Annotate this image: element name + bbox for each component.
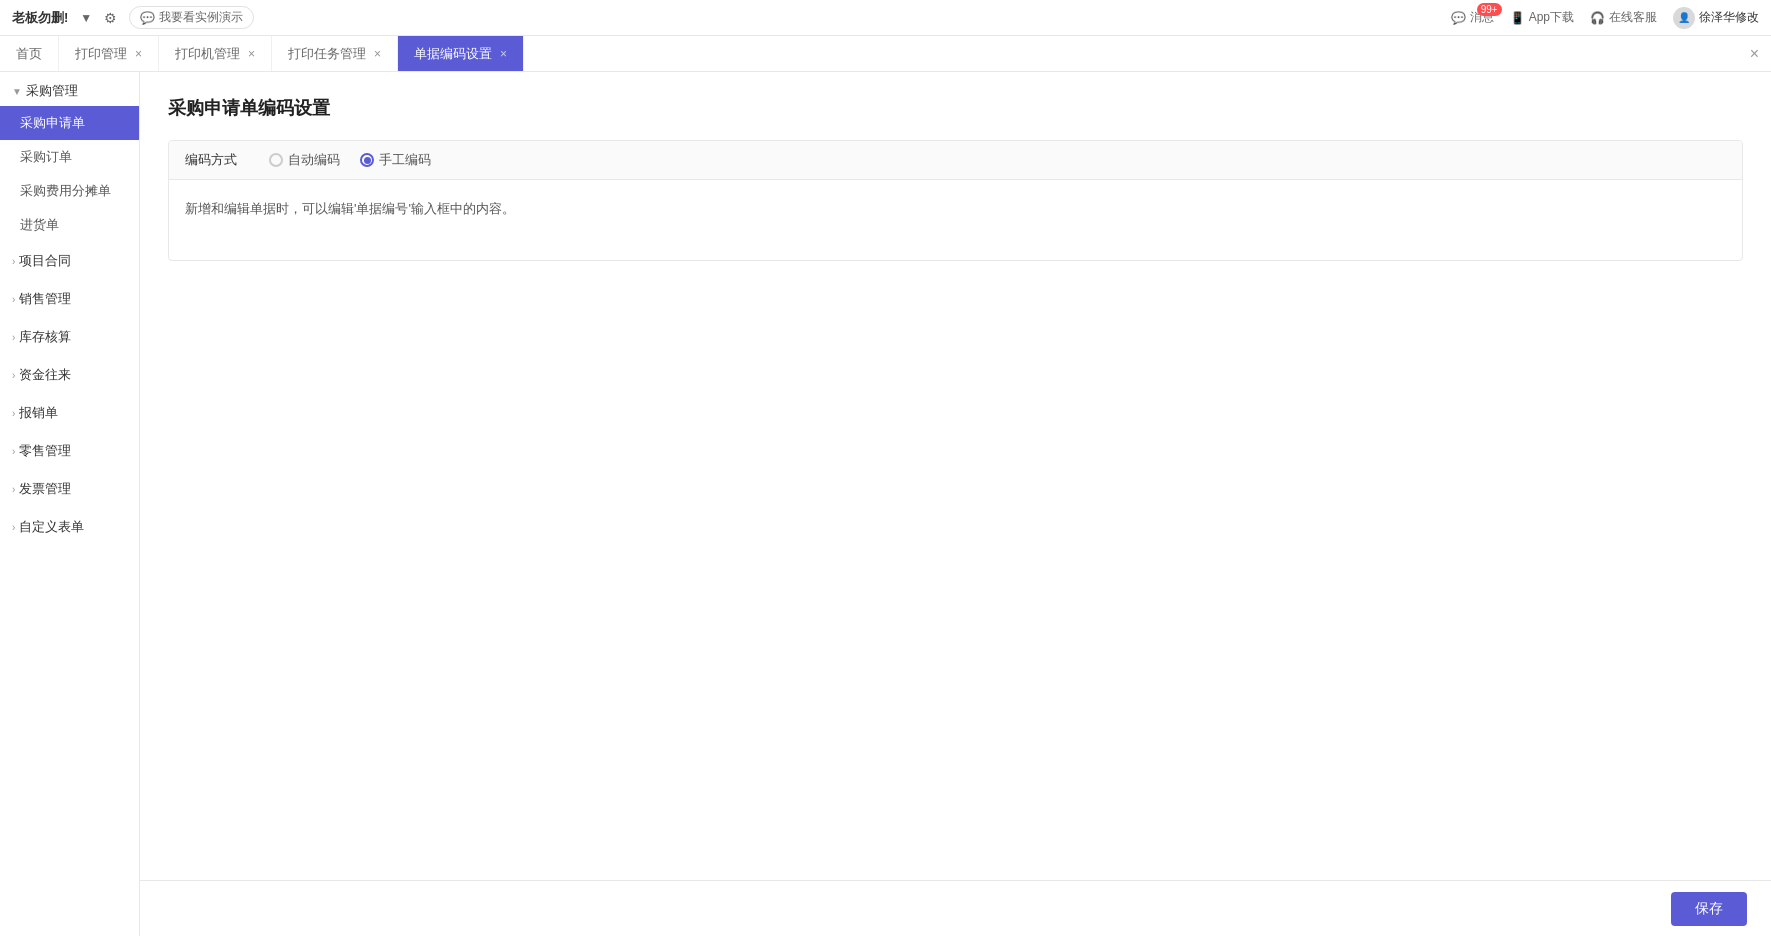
- auto-code-label: 自动编码: [288, 151, 340, 169]
- sidebar-item-purchase-request[interactable]: 采购申请单: [0, 106, 139, 140]
- chevron-right-icon-2: ›: [12, 294, 15, 305]
- sidebar-group-expense[interactable]: › 报销单: [0, 394, 139, 432]
- app-label: App下载: [1529, 9, 1574, 26]
- sidebar-item-purchase-expense[interactable]: 采购费用分摊单: [0, 174, 139, 208]
- encoding-description: 新增和编辑单据时，可以编辑'单据编号'输入框中的内容。: [169, 180, 1742, 260]
- chevron-right-icon-5: ›: [12, 408, 15, 419]
- manual-code-circle: [360, 153, 374, 167]
- sidebar-group-project-label: 项目合同: [19, 252, 71, 270]
- sidebar: ▼ 采购管理 采购申请单 采购订单 采购费用分摊单 进货单 › 项目合同 › 销…: [0, 72, 140, 936]
- tab-bar-close-button[interactable]: ×: [1738, 36, 1771, 71]
- encoding-header: 编码方式 自动编码 手工编码: [169, 141, 1742, 180]
- avatar: 👤: [1673, 7, 1695, 29]
- demo-label: 我要看实例演示: [159, 9, 243, 26]
- sidebar-group-sales-label: 销售管理: [19, 290, 71, 308]
- sidebar-group-expense-label: 报销单: [19, 404, 58, 422]
- sidebar-group-finance-label: 资金往来: [19, 366, 71, 384]
- service-label: 在线客服: [1609, 9, 1657, 26]
- sidebar-group-inventory[interactable]: › 库存核算: [0, 318, 139, 356]
- sidebar-item-purchase-order[interactable]: 采购订单: [0, 140, 139, 174]
- encoding-radio-group: 自动编码 手工编码: [269, 151, 431, 169]
- manual-code-label: 手工编码: [379, 151, 431, 169]
- content-inner: 采购申请单编码设置 编码方式 自动编码 手工编码: [140, 72, 1771, 880]
- dropdown-icon[interactable]: ▼: [80, 11, 92, 25]
- sidebar-group-purchase-label: 采购管理: [26, 82, 78, 100]
- top-bar-right: 💬 消息 99+ 📱 App下载 🎧 在线客服 👤 徐泽华修改: [1451, 7, 1759, 29]
- sidebar-group-retail[interactable]: › 零售管理: [0, 432, 139, 470]
- online-service-button[interactable]: 🎧 在线客服: [1590, 9, 1657, 26]
- tab-encoding-settings-close[interactable]: ×: [500, 47, 507, 61]
- tab-encoding-settings[interactable]: 单据编码设置 ×: [398, 36, 524, 71]
- content-area: 采购申请单编码设置 编码方式 自动编码 手工编码: [140, 72, 1771, 936]
- tab-printer-management-close[interactable]: ×: [248, 47, 255, 61]
- app-icon: 📱: [1510, 11, 1525, 25]
- sidebar-group-finance[interactable]: › 资金往来: [0, 356, 139, 394]
- user-menu[interactable]: 👤 徐泽华修改: [1673, 7, 1759, 29]
- tab-encoding-settings-label: 单据编码设置: [414, 45, 492, 63]
- sidebar-group-retail-label: 零售管理: [19, 442, 71, 460]
- sidebar-group-invoice-label: 发票管理: [19, 480, 71, 498]
- tab-bar: 首页 打印管理 × 打印机管理 × 打印任务管理 × 单据编码设置 × ×: [0, 36, 1771, 72]
- user-name: 徐泽华修改: [1699, 9, 1759, 26]
- sidebar-group-purchase[interactable]: ▼ 采购管理: [0, 72, 139, 106]
- chevron-right-icon-7: ›: [12, 484, 15, 495]
- sidebar-group-custom-label: 自定义表单: [19, 518, 84, 536]
- manual-code-radio[interactable]: 手工编码: [360, 151, 431, 169]
- sidebar-group-custom[interactable]: › 自定义表单: [0, 508, 139, 546]
- sidebar-item-goods-receipt[interactable]: 进货单: [0, 208, 139, 242]
- chevron-right-icon-4: ›: [12, 370, 15, 381]
- encoding-section: 编码方式 自动编码 手工编码 新增和编辑单据时，可以编辑'单据编号'输入框中的内…: [168, 140, 1743, 261]
- encoding-label: 编码方式: [185, 151, 237, 169]
- tab-print-management-close[interactable]: ×: [135, 47, 142, 61]
- sidebar-group-invoice[interactable]: › 发票管理: [0, 470, 139, 508]
- sidebar-item-goods-receipt-label: 进货单: [20, 217, 59, 232]
- tab-printer-management[interactable]: 打印机管理 ×: [159, 36, 272, 71]
- page-title: 采购申请单编码设置: [168, 96, 1743, 120]
- gear-icon[interactable]: ⚙: [104, 10, 117, 26]
- message-icon: 💬: [1451, 11, 1466, 25]
- tab-home-label: 首页: [16, 45, 42, 63]
- tab-print-task-label: 打印任务管理: [288, 45, 366, 63]
- top-bar-left: 老板勿删! ▼ ⚙ 我要看实例演示: [12, 6, 254, 29]
- sidebar-group-sales[interactable]: › 销售管理: [0, 280, 139, 318]
- save-button[interactable]: 保存: [1671, 892, 1747, 926]
- tab-printer-management-label: 打印机管理: [175, 45, 240, 63]
- sidebar-group-project[interactable]: › 项目合同: [0, 242, 139, 280]
- logo: 老板勿删!: [12, 9, 68, 27]
- tab-print-management-label: 打印管理: [75, 45, 127, 63]
- sidebar-item-purchase-order-label: 采购订单: [20, 149, 72, 164]
- main-layout: ▼ 采购管理 采购申请单 采购订单 采购费用分摊单 进货单 › 项目合同 › 销…: [0, 72, 1771, 936]
- top-bar: 老板勿删! ▼ ⚙ 我要看实例演示 💬 消息 99+ 📱 App下载 🎧 在线客…: [0, 0, 1771, 36]
- sidebar-group-inventory-label: 库存核算: [19, 328, 71, 346]
- auto-code-radio[interactable]: 自动编码: [269, 151, 340, 169]
- message-button[interactable]: 💬 消息 99+: [1451, 9, 1494, 26]
- demo-button[interactable]: 我要看实例演示: [129, 6, 254, 29]
- tab-print-task[interactable]: 打印任务管理 ×: [272, 36, 398, 71]
- app-download-button[interactable]: 📱 App下载: [1510, 9, 1574, 26]
- tab-home[interactable]: 首页: [0, 36, 59, 71]
- chevron-right-icon-3: ›: [12, 332, 15, 343]
- chevron-right-icon: ›: [12, 256, 15, 267]
- chevron-right-icon-8: ›: [12, 522, 15, 533]
- chevron-right-icon-6: ›: [12, 446, 15, 457]
- chevron-down-icon: ▼: [12, 86, 22, 97]
- message-badge: 99+: [1477, 3, 1502, 16]
- auto-code-circle: [269, 153, 283, 167]
- headset-icon: 🎧: [1590, 11, 1605, 25]
- tab-print-management[interactable]: 打印管理 ×: [59, 36, 159, 71]
- content-footer: 保存: [140, 880, 1771, 936]
- sidebar-item-purchase-request-label: 采购申请单: [20, 115, 85, 130]
- sidebar-item-purchase-expense-label: 采购费用分摊单: [20, 183, 111, 198]
- tab-print-task-close[interactable]: ×: [374, 47, 381, 61]
